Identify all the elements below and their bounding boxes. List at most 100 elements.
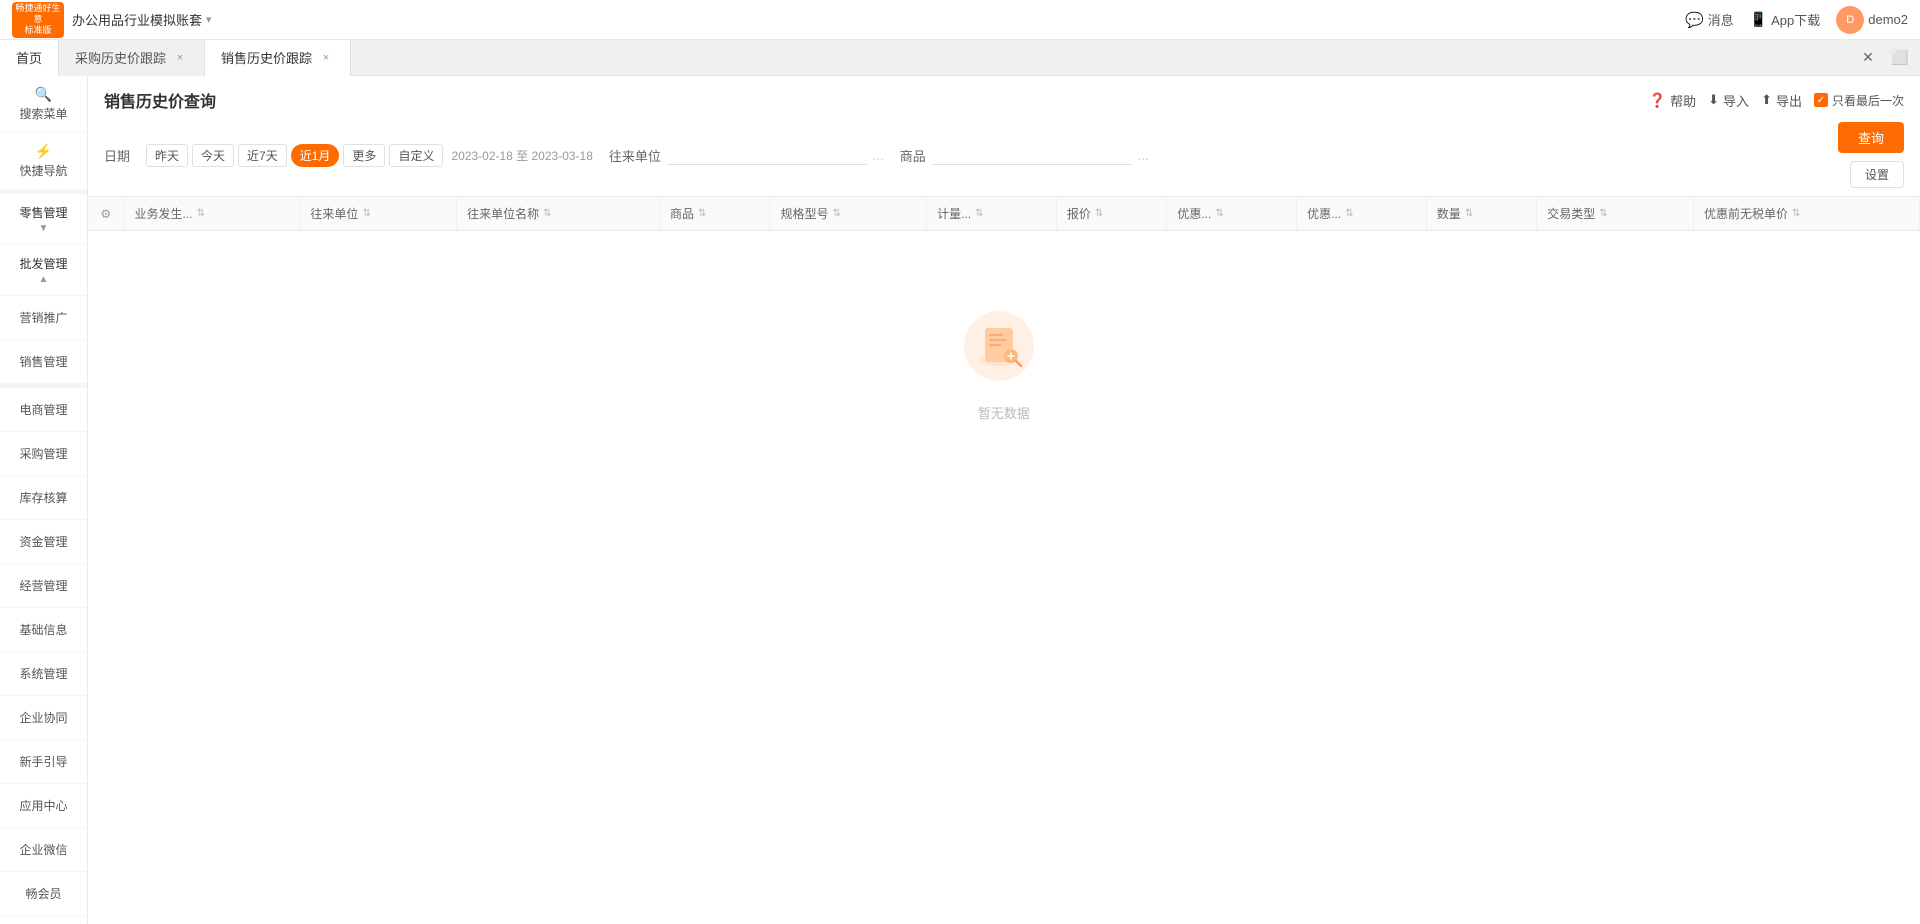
app-selector-chevron: ▾ (206, 13, 212, 26)
help-btn[interactable]: ❓ 帮助 (1649, 91, 1696, 110)
sidebar-item-basic[interactable]: 基础信息 (0, 608, 87, 652)
goods-filter-label: 商品 (900, 146, 926, 165)
partner-filter-dots[interactable]: ... (873, 148, 884, 163)
goods-filter-dots[interactable]: ... (1138, 148, 1149, 163)
col-pretax-price[interactable]: 优惠前无税单价⇅ (1693, 197, 1919, 231)
date-filter-label: 日期 (104, 146, 130, 165)
col-qty[interactable]: 数量⇅ (1426, 197, 1536, 231)
sidebar-item-finance-label: 资金管理 (19, 533, 67, 550)
sidebar-item-operations[interactable]: 经营管理 (0, 564, 87, 608)
tab-home[interactable]: 首页 (0, 40, 59, 76)
col-discount2[interactable]: 优惠...⇅ (1297, 197, 1427, 231)
tab-purchase-close[interactable]: × (172, 50, 188, 66)
col-unit[interactable]: 计量...⇅ (927, 197, 1057, 231)
date-btn-more[interactable]: 更多 (343, 144, 385, 167)
sidebar-item-retail[interactable]: 零售管理 ▼ (0, 194, 87, 245)
sort-icon-qty: ⇅ (1465, 208, 1473, 219)
sidebar-item-marketing[interactable]: 营销推广 (0, 296, 87, 340)
tab-action-maximize[interactable]: ⬜ (1888, 46, 1912, 70)
sidebar-item-wechat[interactable]: 企业微信 (0, 828, 87, 872)
sidebar-item-system[interactable]: 系统管理 (0, 652, 87, 696)
partner-filter-input[interactable] (667, 145, 867, 165)
sidebar-item-app-center[interactable]: 应用中心 (0, 784, 87, 828)
sidebar-item-marketing-label: 营销推广 (19, 309, 67, 326)
sidebar-item-guide[interactable]: 新手引导 (0, 740, 87, 784)
sidebar-item-sales-mgmt-label: 销售管理 (19, 353, 67, 370)
tab-sales-label: 销售历史价跟踪 (221, 48, 312, 67)
partner-filter-field: 往来单位 ... (609, 145, 884, 165)
sort-icon-partner-name: ⇅ (543, 208, 551, 219)
sidebar-item-search[interactable]: 🔍 搜索菜单 (0, 76, 87, 133)
sidebar: 🔍 搜索菜单 ⚡ 快捷导航 零售管理 ▼ 批发管理 ▲ 营销推广 销售管理 电商… (0, 76, 88, 924)
col-biz-date[interactable]: 业务发生...⇅ (124, 197, 300, 231)
empty-text: 暂无数据 (978, 403, 1030, 422)
table-header: ⚙ 业务发生...⇅ 往来单位⇅ 往来单位名称⇅ 商品⇅ (88, 197, 1920, 231)
export-label: 导出 (1776, 91, 1802, 110)
empty-state: 暂无数据 (88, 231, 1920, 502)
import-btn[interactable]: ⬇ 导入 (1708, 91, 1749, 110)
col-quote[interactable]: 报价⇅ (1056, 197, 1166, 231)
sidebar-item-ecommerce[interactable]: 电商管理 (0, 388, 87, 432)
sidebar-item-retail-label: 零售管理 (19, 204, 67, 221)
col-trade-type[interactable]: 交易类型⇅ (1537, 197, 1694, 231)
col-gear[interactable]: ⚙ (88, 197, 124, 231)
sidebar-item-guide-label: 新手引导 (19, 753, 67, 770)
gear-icon[interactable]: ⚙ (100, 207, 111, 221)
date-btn-custom[interactable]: 自定义 (389, 144, 443, 167)
only-last-checkbox-row[interactable]: 只看最后一次 (1814, 92, 1904, 109)
sidebar-item-member-label: 畅会员 (25, 885, 61, 902)
tab-sales-close[interactable]: × (318, 50, 334, 66)
col-discount1[interactable]: 优惠...⇅ (1167, 197, 1297, 231)
col-partner-name[interactable]: 往来单位名称⇅ (457, 197, 660, 231)
logo[interactable]: 畅捷通好生意 标准版 (12, 2, 64, 38)
sidebar-item-ecommerce-label: 电商管理 (19, 401, 67, 418)
tab-action-close[interactable]: ✕ (1856, 46, 1880, 70)
sidebar-item-corp-collab[interactable]: 企业协同 (0, 696, 87, 740)
date-btn-1month[interactable]: 近1月 (291, 144, 340, 167)
tab-purchase[interactable]: 采购历史价跟踪 × (59, 40, 205, 76)
export-icon: ⬆ (1761, 92, 1772, 108)
logo-text: 畅捷通好生意 标准版 (12, 3, 64, 35)
export-btn[interactable]: ⬆ 导出 (1761, 91, 1802, 110)
col-partner-code[interactable]: 往来单位⇅ (300, 197, 457, 231)
sidebar-item-inventory[interactable]: 库存核算 (0, 476, 87, 520)
sidebar-item-quick[interactable]: ⚡ 快捷导航 (0, 133, 87, 190)
sidebar-item-system-label: 系统管理 (19, 665, 67, 682)
sidebar-item-member[interactable]: 畅会员 (0, 872, 87, 916)
settings-button[interactable]: 设置 (1850, 161, 1904, 188)
user-menu[interactable]: D demo2 (1836, 6, 1908, 34)
date-btn-yesterday[interactable]: 昨天 (146, 144, 188, 167)
topbar-left: 畅捷通好生意 标准版 办公用品行业模拟账套 ▾ (12, 2, 212, 38)
sidebar-item-inventory-label: 库存核算 (19, 489, 67, 506)
date-btn-7days[interactable]: 近7天 (238, 144, 287, 167)
goods-filter-input[interactable] (932, 145, 1132, 165)
date-range-display: 2023-02-18 至 2023-03-18 (451, 147, 592, 164)
message-btn[interactable]: 💬 消息 (1685, 10, 1734, 29)
only-last-checkbox[interactable] (1814, 93, 1828, 107)
sidebar-item-wholesale[interactable]: 批发管理 ▲ (0, 245, 87, 296)
help-label: 帮助 (1670, 91, 1696, 110)
import-label: 导入 (1723, 91, 1749, 110)
table-body: 暂无数据 (88, 231, 1920, 503)
tab-purchase-label: 采购历史价跟踪 (75, 48, 166, 67)
col-spec[interactable]: 规格型号⇅ (770, 197, 927, 231)
app-selector[interactable]: 办公用品行业模拟账套 ▾ (72, 10, 212, 29)
main-layout: 🔍 搜索菜单 ⚡ 快捷导航 零售管理 ▼ 批发管理 ▲ 营销推广 销售管理 电商… (0, 76, 1920, 924)
content-area: 销售历史价查询 ❓ 帮助 ⬇ 导入 ⬆ 导出 (88, 76, 1920, 924)
sidebar-item-purchase[interactable]: 采购管理 (0, 432, 87, 476)
sort-icon-discount1: ⇅ (1215, 208, 1223, 219)
page-actions: ❓ 帮助 ⬇ 导入 ⬆ 导出 只看最后一次 (1649, 91, 1904, 110)
date-btn-today[interactable]: 今天 (192, 144, 234, 167)
sidebar-item-sales-mgmt[interactable]: 销售管理 (0, 340, 87, 384)
retail-arrow: ▼ (39, 223, 49, 234)
sort-icon-trade-type: ⇅ (1599, 208, 1607, 219)
sort-icon-goods: ⇅ (698, 208, 706, 219)
sidebar-item-finance[interactable]: 资金管理 (0, 520, 87, 564)
sidebar-item-quick-label: 快捷导航 (19, 162, 67, 179)
filter-row: 日期 昨天 今天 近7天 近1月 更多 自定义 2023-02-18 至 202… (104, 122, 1904, 188)
col-goods[interactable]: 商品⇅ (659, 197, 769, 231)
tab-sales[interactable]: 销售历史价跟踪 × (205, 40, 351, 76)
topbar: 畅捷通好生意 标准版 办公用品行业模拟账套 ▾ 💬 消息 📱 App下载 D d… (0, 0, 1920, 40)
download-btn[interactable]: 📱 App下载 (1750, 10, 1821, 29)
query-button[interactable]: 查询 (1838, 122, 1904, 153)
